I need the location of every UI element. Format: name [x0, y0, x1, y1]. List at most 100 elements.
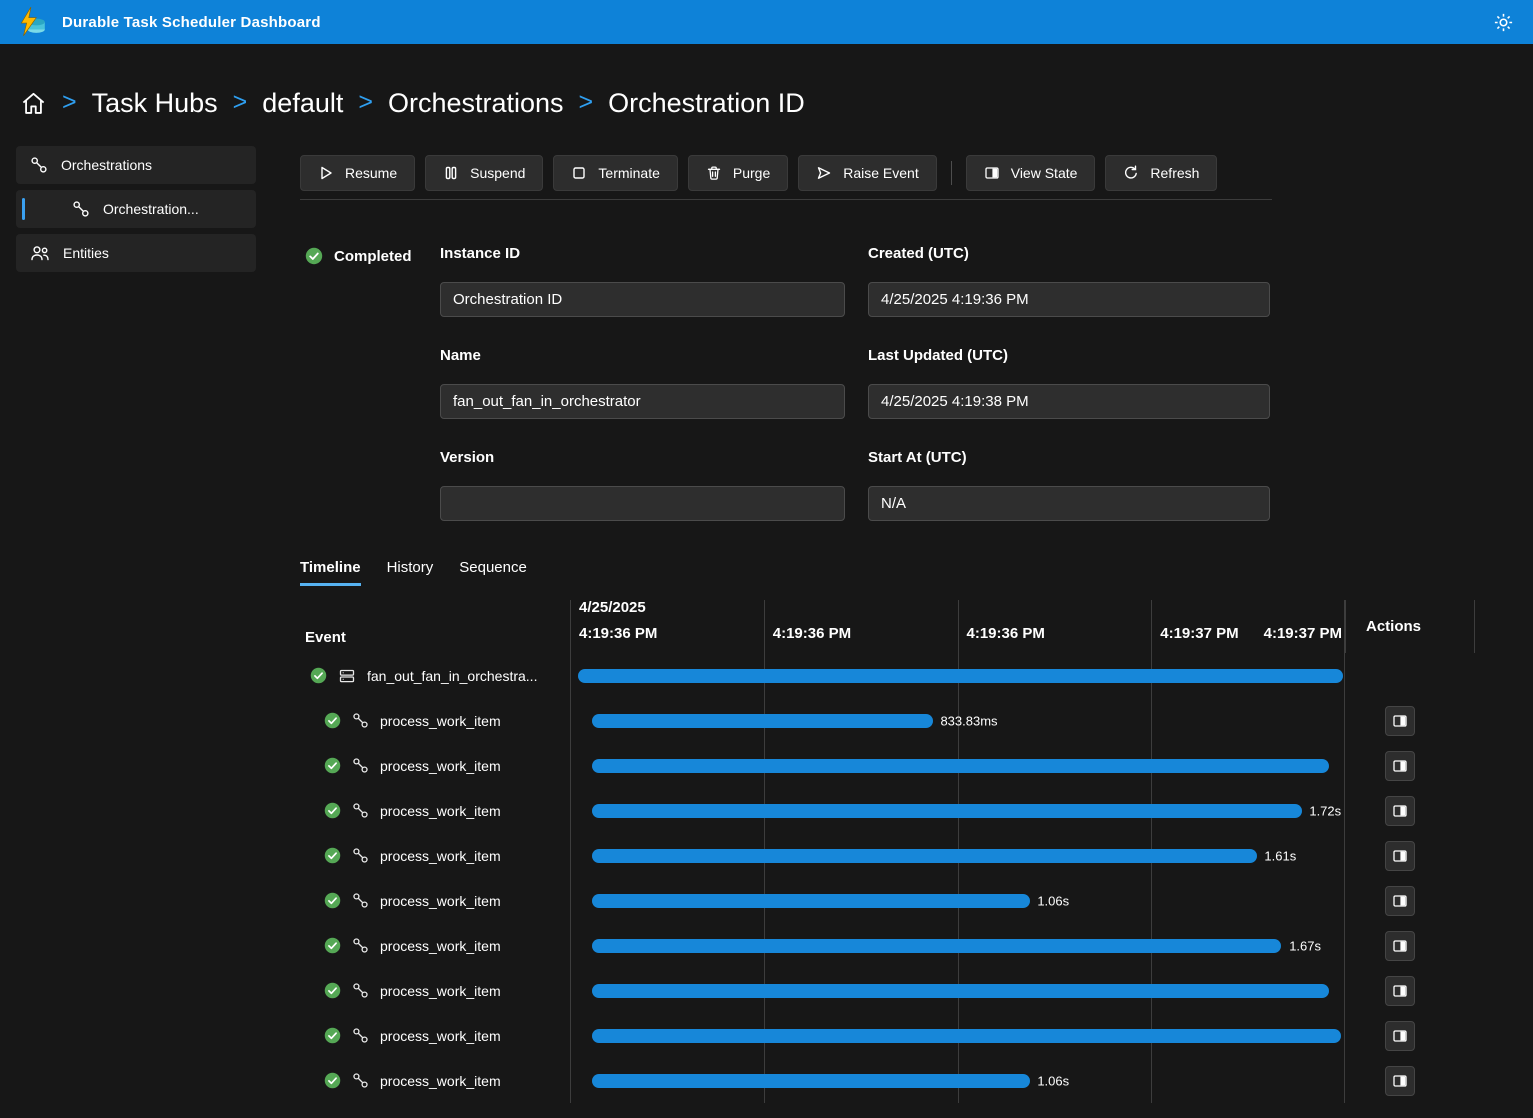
activity-icon — [352, 1027, 369, 1044]
duration-label: 1.06s — [1037, 1073, 1069, 1088]
view-state-button[interactable] — [1385, 931, 1415, 961]
breadcrumb-orchestrations[interactable]: Orchestrations — [388, 88, 564, 119]
raise-event-button[interactable]: Raise Event — [798, 155, 936, 191]
tab-timeline[interactable]: Timeline — [300, 559, 361, 586]
timeline-bar[interactable] — [592, 1074, 1030, 1088]
field-label: Instance ID — [440, 245, 845, 262]
created-input[interactable] — [868, 282, 1270, 317]
orchestration-icon — [338, 667, 356, 685]
button-label: View State — [1011, 165, 1078, 181]
view-state-button[interactable] — [1385, 751, 1415, 781]
sidebar-item-orchestration-detail[interactable]: Orchestration... — [16, 190, 256, 228]
tick-time: 4:19:36 PM — [579, 621, 657, 647]
button-label: Raise Event — [843, 165, 918, 181]
timeline-row: process_work_item 833.83ms — [300, 698, 1475, 743]
timeline-bar[interactable] — [592, 804, 1302, 818]
completed-status-icon — [324, 1027, 341, 1044]
actions-cell — [1345, 796, 1475, 826]
view-state-button[interactable] — [1385, 1021, 1415, 1051]
view-state-button[interactable] — [1385, 886, 1415, 916]
orchestration-details: Completed Instance ID Created (UTC) Name… — [300, 240, 1517, 551]
view-state-button[interactable]: View State — [966, 155, 1096, 191]
start-at-input[interactable] — [868, 486, 1270, 521]
actions-cell — [1345, 841, 1475, 871]
completed-status-icon — [310, 667, 327, 684]
entities-people-icon — [30, 244, 50, 262]
event-name: process_work_item — [380, 1028, 501, 1044]
timeline-bar[interactable] — [592, 894, 1030, 908]
name-field: Name — [440, 347, 845, 419]
field-label: Version — [440, 449, 845, 466]
view-state-button[interactable] — [1385, 1066, 1415, 1096]
view-state-button[interactable] — [1385, 841, 1415, 871]
completed-status-icon — [324, 712, 341, 729]
timeline-bar[interactable] — [592, 714, 933, 728]
actions-cell — [1345, 931, 1475, 961]
status-label: Completed — [334, 248, 412, 265]
breadcrumb-separator: > — [62, 88, 77, 117]
home-icon[interactable] — [20, 90, 47, 117]
field-label: Start At (UTC) — [868, 449, 1270, 466]
breadcrumb-default[interactable]: default — [262, 88, 343, 119]
event-name: process_work_item — [380, 803, 501, 819]
last-updated-field: Last Updated (UTC) — [868, 347, 1270, 419]
timeline-table: Event 4/25/2025 4:19:36 PM 4:19:36 PM 4:… — [300, 600, 1475, 1103]
main-content: Resume Suspend Terminate Purge Rai — [300, 146, 1517, 1103]
view-state-button[interactable] — [1385, 706, 1415, 736]
timeline-bar[interactable] — [578, 669, 1344, 683]
timeline-row: fan_out_fan_in_orchestra... — [300, 653, 1475, 698]
activity-icon — [352, 937, 369, 954]
completed-status-icon — [305, 247, 323, 265]
sidebar-item-orchestrations[interactable]: Orchestrations — [16, 146, 256, 184]
event-cell: process_work_item — [300, 1072, 570, 1089]
suspend-button[interactable]: Suspend — [425, 155, 543, 191]
version-input[interactable] — [440, 486, 845, 521]
purge-button[interactable]: Purge — [688, 155, 788, 191]
button-label: Suspend — [470, 165, 525, 181]
tick-time: 4:19:37 PM — [1264, 621, 1342, 647]
completed-status-icon — [324, 802, 341, 819]
breadcrumb-separator: > — [358, 88, 373, 117]
button-label: Resume — [345, 165, 397, 181]
resume-button[interactable]: Resume — [300, 155, 415, 191]
button-label: Refresh — [1150, 165, 1199, 181]
completed-status-icon — [324, 1072, 341, 1089]
duration-label: 1.67s — [1289, 938, 1321, 953]
sidebar-item-entities[interactable]: Entities — [16, 234, 256, 272]
name-input[interactable] — [440, 384, 845, 419]
event-name: process_work_item — [380, 848, 501, 864]
tick-time: 4:19:37 PM — [1160, 621, 1238, 647]
actions-column-header: Actions — [1345, 600, 1475, 653]
timeline-bar[interactable] — [592, 849, 1257, 863]
actions-cell — [1345, 1021, 1475, 1051]
duration-label: 833.83ms — [940, 713, 997, 728]
timeline-row: process_work_item 1.72s — [300, 788, 1475, 833]
breadcrumb: > Task Hubs > default > Orchestrations >… — [0, 44, 1533, 128]
detail-tabs: Timeline History Sequence — [300, 559, 1517, 586]
button-label: Terminate — [598, 165, 659, 181]
refresh-button[interactable]: Refresh — [1105, 155, 1217, 191]
timeline-row: process_work_item 1.61s — [300, 833, 1475, 878]
event-cell: process_work_item — [300, 1027, 570, 1044]
settings-gear-icon[interactable] — [1489, 8, 1517, 36]
breadcrumb-separator: > — [579, 88, 594, 117]
tab-history[interactable]: History — [387, 559, 434, 586]
event-name: process_work_item — [380, 758, 501, 774]
timeline-bar[interactable] — [592, 1029, 1341, 1043]
terminate-button[interactable]: Terminate — [553, 155, 677, 191]
timeline-bar[interactable] — [592, 939, 1282, 953]
tab-sequence[interactable]: Sequence — [459, 559, 527, 586]
timeline-bar[interactable] — [592, 759, 1330, 773]
field-label: Created (UTC) — [868, 245, 1270, 262]
view-state-button[interactable] — [1385, 796, 1415, 826]
last-updated-input[interactable] — [868, 384, 1270, 419]
timeline-chart-cell: 1.06s — [570, 878, 1345, 923]
view-state-button[interactable] — [1385, 976, 1415, 1006]
actions-cell — [1345, 1066, 1475, 1096]
instance-id-input[interactable] — [440, 282, 845, 317]
timeline-bar[interactable] — [592, 984, 1330, 998]
timeline-row: process_work_item — [300, 743, 1475, 788]
event-cell: process_work_item — [300, 892, 570, 909]
activity-icon — [352, 892, 369, 909]
breadcrumb-task-hubs[interactable]: Task Hubs — [92, 88, 218, 119]
